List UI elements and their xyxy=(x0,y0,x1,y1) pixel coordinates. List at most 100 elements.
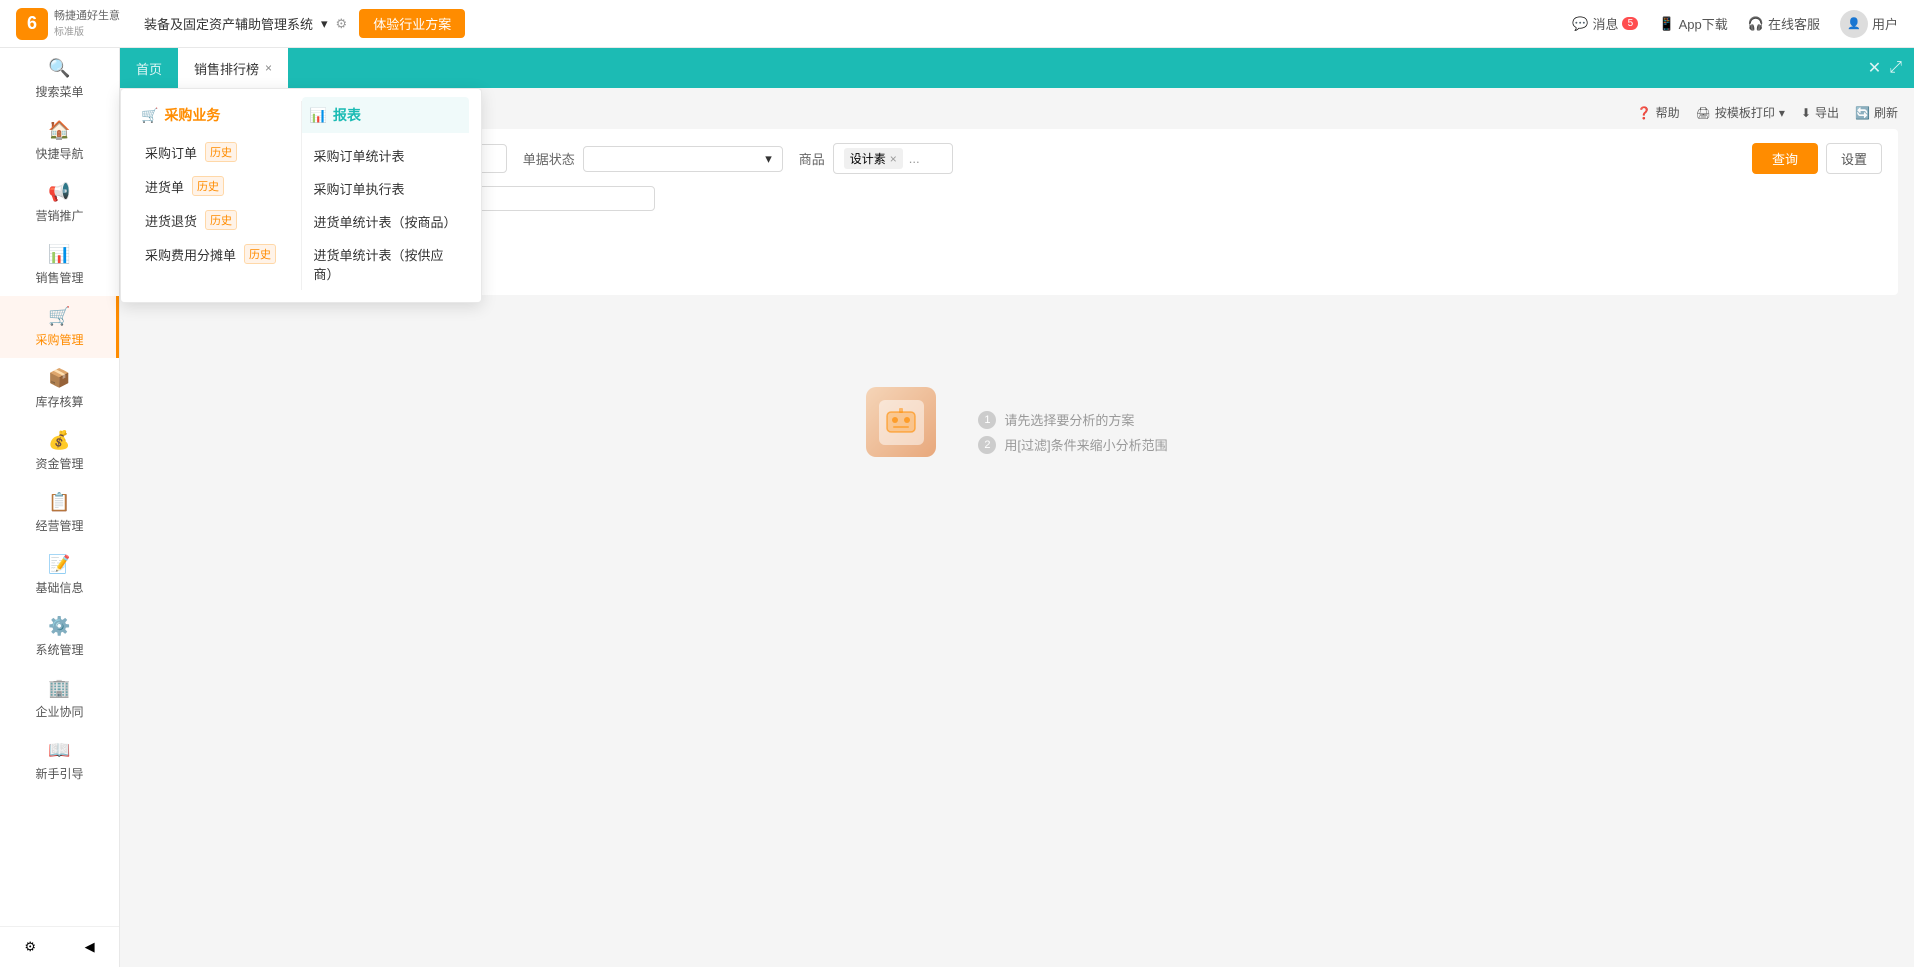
goods-tag-close[interactable]: × xyxy=(890,152,897,166)
sidebar-bottom: ⚙ ◀ xyxy=(0,926,119,967)
user-item[interactable]: 👤 用户 xyxy=(1840,10,1898,38)
tab-home-label: 首页 xyxy=(136,59,162,78)
query-button[interactable]: 查询 xyxy=(1752,143,1818,174)
sidebar-item-basic-info[interactable]: 📝 基础信息 xyxy=(0,544,119,606)
menu-item-order-exec[interactable]: 采购订单执行表 xyxy=(310,172,462,205)
export-label: 导出 xyxy=(1815,104,1839,121)
menu-item-return[interactable]: 进货退货 历史 xyxy=(141,203,293,237)
online-service-item[interactable]: 🎧 在线客服 xyxy=(1748,14,1820,33)
sidebar-item-operations[interactable]: 📋 经营管理 xyxy=(0,482,119,544)
setting-button[interactable]: 设置 xyxy=(1826,143,1882,174)
goods-input[interactable]: 设计素 × ... xyxy=(833,143,953,174)
tab-sales-rank[interactable]: 销售排行榜 × xyxy=(178,48,288,88)
history-badge-0: 历史 xyxy=(205,142,237,162)
dropdown-menu: 🛒 采购业务 采购订单 历史 进货单 历史 进货退货 历史 采购费用分摊单 历史 xyxy=(120,88,482,303)
doc-icon: 📝 xyxy=(48,554,70,575)
menu-item-order-exec-label: 采购订单执行表 xyxy=(314,179,405,198)
menu-item-receipt-stats-supplier[interactable]: 进货单统计表（按供应商） xyxy=(310,238,462,290)
status-input[interactable]: ▾ xyxy=(583,146,783,172)
menu-item-return-label: 进货退货 xyxy=(145,211,197,230)
app-download-item[interactable]: 📱 App下载 xyxy=(1658,14,1727,33)
print-button[interactable]: 🖨 按模板打印 ▾ xyxy=(1696,104,1785,121)
empty-tip-2: 2 用[过滤]条件来缩小分析范围 xyxy=(978,435,1167,454)
empty-illustration xyxy=(866,387,946,467)
sidebar-item-system[interactable]: ⚙️ 系统管理 xyxy=(0,606,119,668)
book-icon: 📖 xyxy=(48,740,70,761)
tab-close-icon[interactable]: × xyxy=(265,61,272,75)
system-title-group: 装备及固定资产辅助管理系统 ▾ ⚙ xyxy=(144,14,347,33)
sidebar: 🔍 搜索菜单 🏠 快捷导航 📢 营销推广 📊 销售管理 🛒 采购管理 📦 库存核… xyxy=(0,48,120,967)
refresh-label: 刷新 xyxy=(1874,104,1898,121)
logo-text-group: 畅捷通好生意 标准版 xyxy=(54,9,120,38)
tab-home[interactable]: 首页 xyxy=(120,48,178,88)
sidebar-label-enterprise: 企业协同 xyxy=(35,703,83,720)
megaphone-icon: 📢 xyxy=(48,182,70,203)
purchase-menu-column: 🛒 采购业务 采购订单 历史 进货单 历史 进货退货 历史 采购费用分摊单 历史 xyxy=(133,101,301,290)
refresh-button[interactable]: 🔄 刷新 xyxy=(1855,104,1898,121)
menu-item-receipt-stats-goods[interactable]: 进货单统计表（按商品） xyxy=(310,205,462,238)
status-arrow: ▾ xyxy=(765,151,772,167)
menu-item-order-stats-label: 采购订单统计表 xyxy=(314,146,405,165)
goods-label: 商品 xyxy=(799,149,825,168)
menu-item-receipt-stats-goods-label: 进货单统计表（按商品） xyxy=(314,212,457,231)
user-label: 用户 xyxy=(1872,14,1898,33)
menu-item-purchase-order[interactable]: 采购订单 历史 xyxy=(141,135,293,169)
help-label: 帮助 xyxy=(1656,104,1680,121)
sidebar-item-finance[interactable]: 💰 资金管理 xyxy=(0,420,119,482)
tip-num-1: 1 xyxy=(978,411,996,429)
messages-item[interactable]: 💬 消息 5 xyxy=(1572,14,1638,33)
logo-sub: 标准版 xyxy=(54,23,120,38)
avatar: 👤 xyxy=(1840,10,1868,38)
industry-btn[interactable]: 体验行业方案 xyxy=(359,9,465,38)
clipboard-icon: 📋 xyxy=(48,492,70,513)
menu-item-order-stats[interactable]: 采购订单统计表 xyxy=(310,139,462,172)
logo-icon: 6 xyxy=(16,8,48,40)
cart-icon: 🛒 xyxy=(48,306,70,327)
sidebar-item-search[interactable]: 🔍 搜索菜单 xyxy=(0,48,119,110)
salesperson-input[interactable]: ... xyxy=(455,186,655,211)
sidebar-collapse-icon[interactable]: ◀ xyxy=(85,939,95,955)
online-service-label: 在线客服 xyxy=(1768,14,1820,33)
goods-tag: 设计素 × xyxy=(844,148,903,169)
goods-dots: ... xyxy=(909,151,920,166)
gear-icon[interactable]: ⚙ xyxy=(336,16,348,32)
report-col-icon: 📊 xyxy=(310,107,327,124)
export-icon: ⬇ xyxy=(1801,106,1811,120)
dropdown-arrow-icon[interactable]: ▾ xyxy=(321,16,328,32)
sidebar-item-quick-nav[interactable]: 🏠 快捷导航 xyxy=(0,110,119,172)
robot-shape xyxy=(866,387,936,457)
status-label: 单据状态 xyxy=(523,149,575,168)
box-icon: 📦 xyxy=(48,368,70,389)
tab-close-action[interactable]: ✕ xyxy=(1868,58,1881,78)
sidebar-item-enterprise[interactable]: 🏢 企业协同 xyxy=(0,668,119,730)
sidebar-settings-icon[interactable]: ⚙ xyxy=(24,939,36,955)
sidebar-item-guide[interactable]: 📖 新手引导 xyxy=(0,730,119,792)
sidebar-item-marketing[interactable]: 📢 营销推广 xyxy=(0,172,119,234)
top-header: 6 畅捷通好生意 标准版 装备及固定资产辅助管理系统 ▾ ⚙ 体验行业方案 💬 … xyxy=(0,0,1914,48)
tab-fullscreen-action[interactable]: ⤢ xyxy=(1889,59,1902,77)
sidebar-item-purchase[interactable]: 🛒 采购管理 xyxy=(0,296,119,358)
purchase-col-header: 🛒 采购业务 xyxy=(141,101,293,135)
help-button[interactable]: ❓ 帮助 xyxy=(1637,104,1680,121)
sidebar-label-marketing: 营销推广 xyxy=(35,207,83,224)
sidebar-item-inventory[interactable]: 📦 库存核算 xyxy=(0,358,119,420)
robot-svg xyxy=(883,404,919,440)
export-button[interactable]: ⬇ 导出 xyxy=(1801,104,1839,121)
sidebar-item-sales[interactable]: 📊 销售管理 xyxy=(0,234,119,296)
menu-item-receipt[interactable]: 进货单 历史 xyxy=(141,169,293,203)
system-title: 装备及固定资产辅助管理系统 xyxy=(144,14,313,33)
filter-actions: 查询 设置 xyxy=(1752,143,1882,174)
sidebar-label-finance: 资金管理 xyxy=(35,455,83,472)
messages-label: 消息 xyxy=(1592,14,1618,33)
home-icon: 🏠 xyxy=(48,120,70,141)
logo-area: 6 畅捷通好生意 标准版 xyxy=(16,8,136,40)
robot-inner xyxy=(879,400,924,445)
empty-tips: 1 请先选择要分析的方案 2 用[过滤]条件来缩小分析范围 xyxy=(978,410,1167,460)
history-badge-2: 历史 xyxy=(205,210,237,230)
sidebar-label-system: 系统管理 xyxy=(35,641,83,658)
tip-text-1: 请先选择要分析的方案 xyxy=(1004,410,1134,429)
menu-item-expense[interactable]: 采购费用分摊单 历史 xyxy=(141,237,293,271)
tab-bar: 首页 销售排行榜 × ✕ ⤢ xyxy=(120,48,1914,88)
sidebar-label-sales: 销售管理 xyxy=(35,269,83,286)
sidebar-label-quick-nav: 快捷导航 xyxy=(35,145,83,162)
